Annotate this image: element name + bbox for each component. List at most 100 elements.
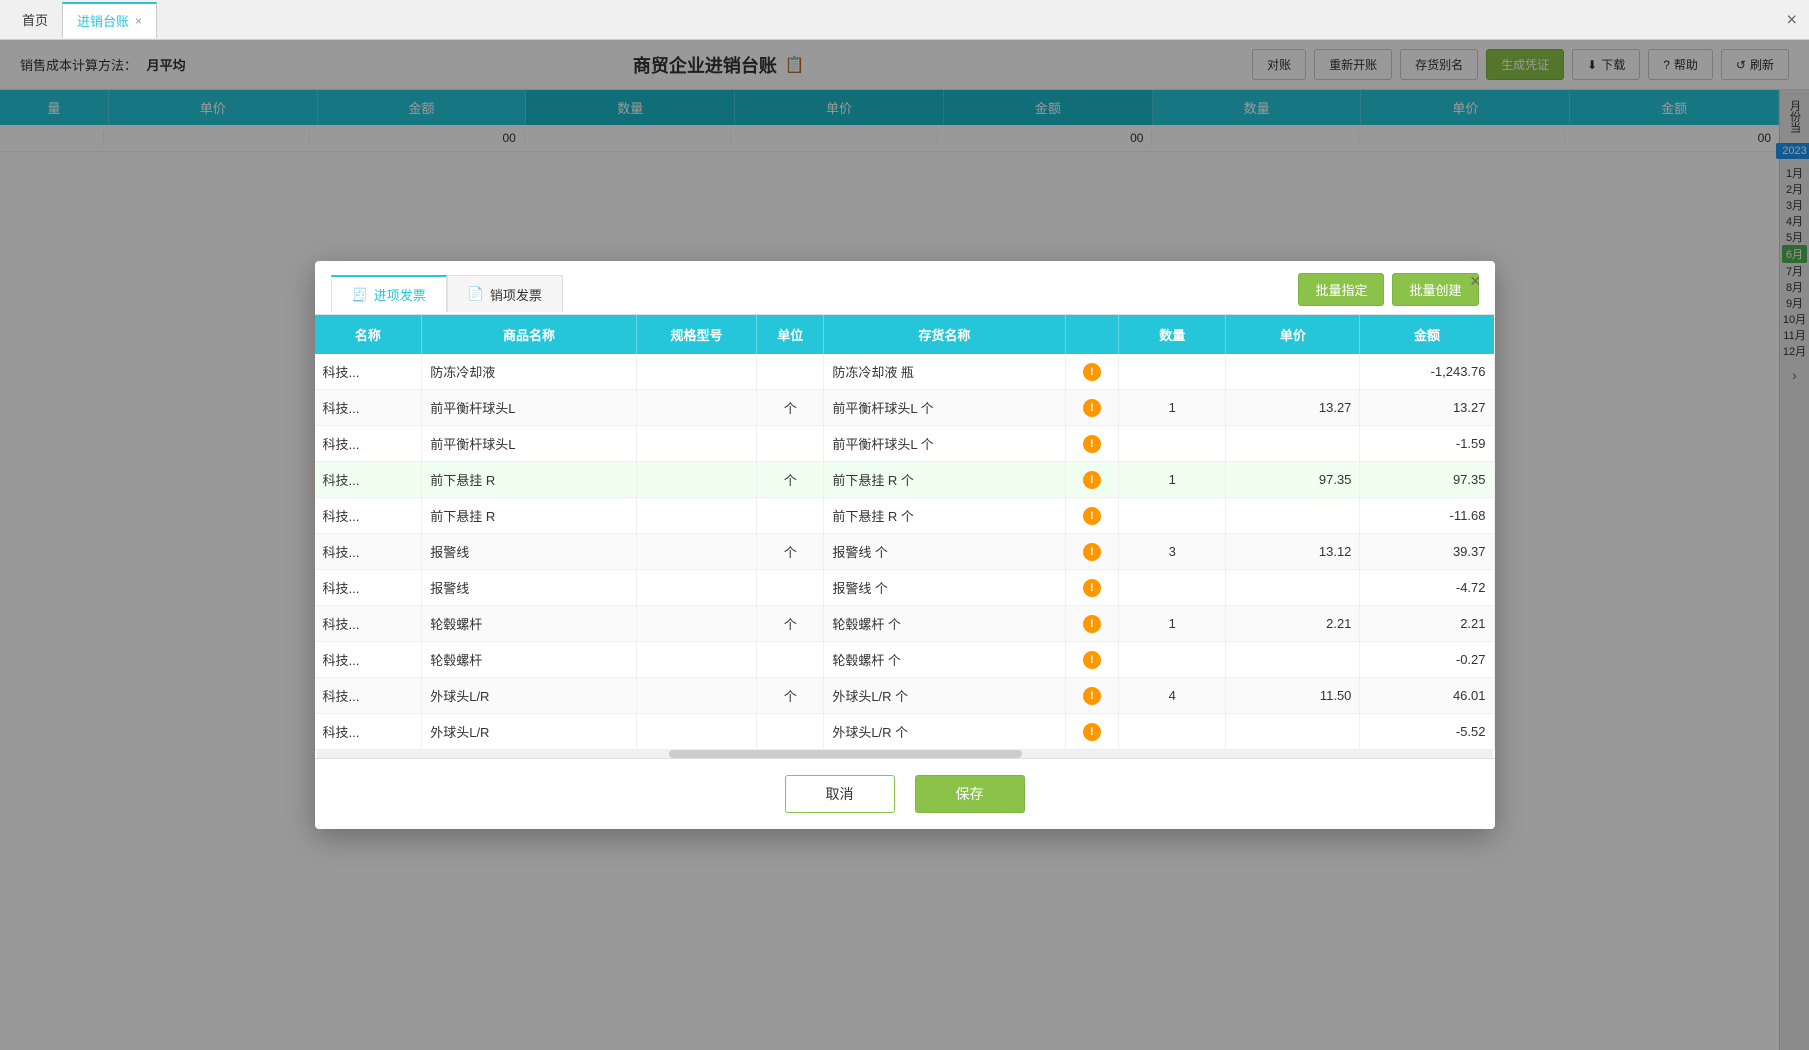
horizontal-scrollbar[interactable] [317,750,1493,758]
batch-create-button[interactable]: 批量创建 [1392,273,1478,306]
cell-qty: 3 [1119,534,1226,570]
cell-qty [1119,354,1226,390]
cell-amount: 2.21 [1360,606,1494,642]
save-button[interactable]: 保存 [915,775,1025,813]
modal-body[interactable]: 名称 商品名称 规格型号 单位 存货名称 数量 单价 金额 科技... [315,315,1495,750]
cell-spec [636,570,757,606]
cell-company: 科技... [315,426,422,462]
cell-unit [757,570,824,606]
cell-inventory: 前平衡杆球头L 个 [824,390,1065,426]
cell-amount: -0.27 [1360,642,1494,678]
cell-price [1226,714,1360,750]
cell-qty [1119,642,1226,678]
cell-product: 前下悬挂 R [422,462,636,498]
th-amount: 金额 [1360,315,1494,354]
table-row: 科技... 轮毂螺杆 个 轮毂螺杆 个 ! 1 2.21 2.21 [315,606,1495,642]
cell-product: 外球头L/R [422,678,636,714]
outgoing-icon: 📄 [468,286,484,302]
cell-price [1226,426,1360,462]
cell-spec [636,642,757,678]
modal-dialog: 🧾 进项发票 📄 销项发票 批量指定 批量创建 × [315,261,1495,829]
warning-icon: ! [1083,615,1101,633]
tab-outgoing-invoice[interactable]: 📄 销项发票 [447,275,563,312]
cell-company: 科技... [315,714,422,750]
cell-company: 科技... [315,534,422,570]
tab-ledger[interactable]: 进销台账 × [62,2,157,38]
cell-product: 轮毂螺杆 [422,606,636,642]
modal-header: 🧾 进项发票 📄 销项发票 批量指定 批量创建 × [315,261,1495,315]
cell-warning: ! [1065,534,1119,570]
table-row: 科技... 轮毂螺杆 轮毂螺杆 个 ! -0.27 [315,642,1495,678]
cell-company: 科技... [315,462,422,498]
cell-inventory: 前下悬挂 R 个 [824,462,1065,498]
table-row: 科技... 前平衡杆球头L 个 前平衡杆球头L 个 ! 1 13.27 13.2… [315,390,1495,426]
cell-company: 科技... [315,570,422,606]
table-row: 科技... 前下悬挂 R 前下悬挂 R 个 ! -11.68 [315,498,1495,534]
cell-price: 13.12 [1226,534,1360,570]
cell-amount: -4.72 [1360,570,1494,606]
table-row: 科技... 报警线 个 报警线 个 ! 3 13.12 39.37 [315,534,1495,570]
cell-inventory: 轮毂螺杆 个 [824,606,1065,642]
cell-warning: ! [1065,462,1119,498]
warning-icon: ! [1083,435,1101,453]
cell-spec [636,606,757,642]
cell-price: 97.35 [1226,462,1360,498]
tab-home[interactable]: 首页 [8,2,62,38]
cell-company: 科技... [315,390,422,426]
cell-qty [1119,426,1226,462]
modal-footer: 取消 保存 [315,758,1495,829]
cell-amount: -11.68 [1360,498,1494,534]
cell-product: 前平衡杆球头L [422,390,636,426]
incoming-icon: 🧾 [352,287,368,303]
batch-assign-button[interactable]: 批量指定 [1298,273,1384,306]
table-row: 科技... 外球头L/R 个 外球头L/R 个 ! 4 11.50 46.01 [315,678,1495,714]
cell-product: 防冻冷却液 [422,354,636,390]
warning-icon: ! [1083,579,1101,597]
scrollbar-thumb[interactable] [669,750,1022,758]
cell-spec [636,678,757,714]
modal-close-button[interactable]: × [1470,271,1481,292]
table-header-row: 名称 商品名称 规格型号 单位 存货名称 数量 单价 金额 [315,315,1495,354]
modal-tabs: 🧾 进项发票 📄 销项发票 [331,275,563,312]
tab-bar: 首页 进销台账 × × [0,0,1809,40]
cell-inventory: 前下悬挂 R 个 [824,498,1065,534]
cell-inventory: 前平衡杆球头L 个 [824,426,1065,462]
window-close-button[interactable]: × [1786,9,1797,30]
th-warning [1065,315,1119,354]
cell-spec [636,390,757,426]
warning-icon: ! [1083,543,1101,561]
cell-company: 科技... [315,678,422,714]
cell-warning: ! [1065,354,1119,390]
table-row: 科技... 前平衡杆球头L 前平衡杆球头L 个 ! -1.59 [315,426,1495,462]
warning-icon: ! [1083,399,1101,417]
cell-warning: ! [1065,390,1119,426]
cell-unit: 个 [757,534,824,570]
cell-inventory: 外球头L/R 个 [824,678,1065,714]
cell-warning: ! [1065,642,1119,678]
cancel-button[interactable]: 取消 [785,775,895,813]
warning-icon: ! [1083,507,1101,525]
cell-warning: ! [1065,714,1119,750]
cell-product: 轮毂螺杆 [422,642,636,678]
cell-warning: ! [1065,570,1119,606]
cell-qty [1119,570,1226,606]
cell-unit [757,714,824,750]
cell-unit [757,642,824,678]
cell-amount: -1.59 [1360,426,1494,462]
cell-spec [636,426,757,462]
cell-qty: 1 [1119,462,1226,498]
cell-spec [636,462,757,498]
table-row: 科技... 前下悬挂 R 个 前下悬挂 R 个 ! 1 97.35 97.35 [315,462,1495,498]
tab-close-ledger[interactable]: × [135,14,142,28]
cell-amount: 46.01 [1360,678,1494,714]
tab-incoming-invoice[interactable]: 🧾 进项发票 [331,275,447,312]
cell-qty: 1 [1119,390,1226,426]
cell-inventory: 轮毂螺杆 个 [824,642,1065,678]
cell-price [1226,498,1360,534]
cell-company: 科技... [315,642,422,678]
cell-warning: ! [1065,426,1119,462]
cell-company: 科技... [315,354,422,390]
cell-spec [636,354,757,390]
cell-price [1226,354,1360,390]
cell-company: 科技... [315,498,422,534]
